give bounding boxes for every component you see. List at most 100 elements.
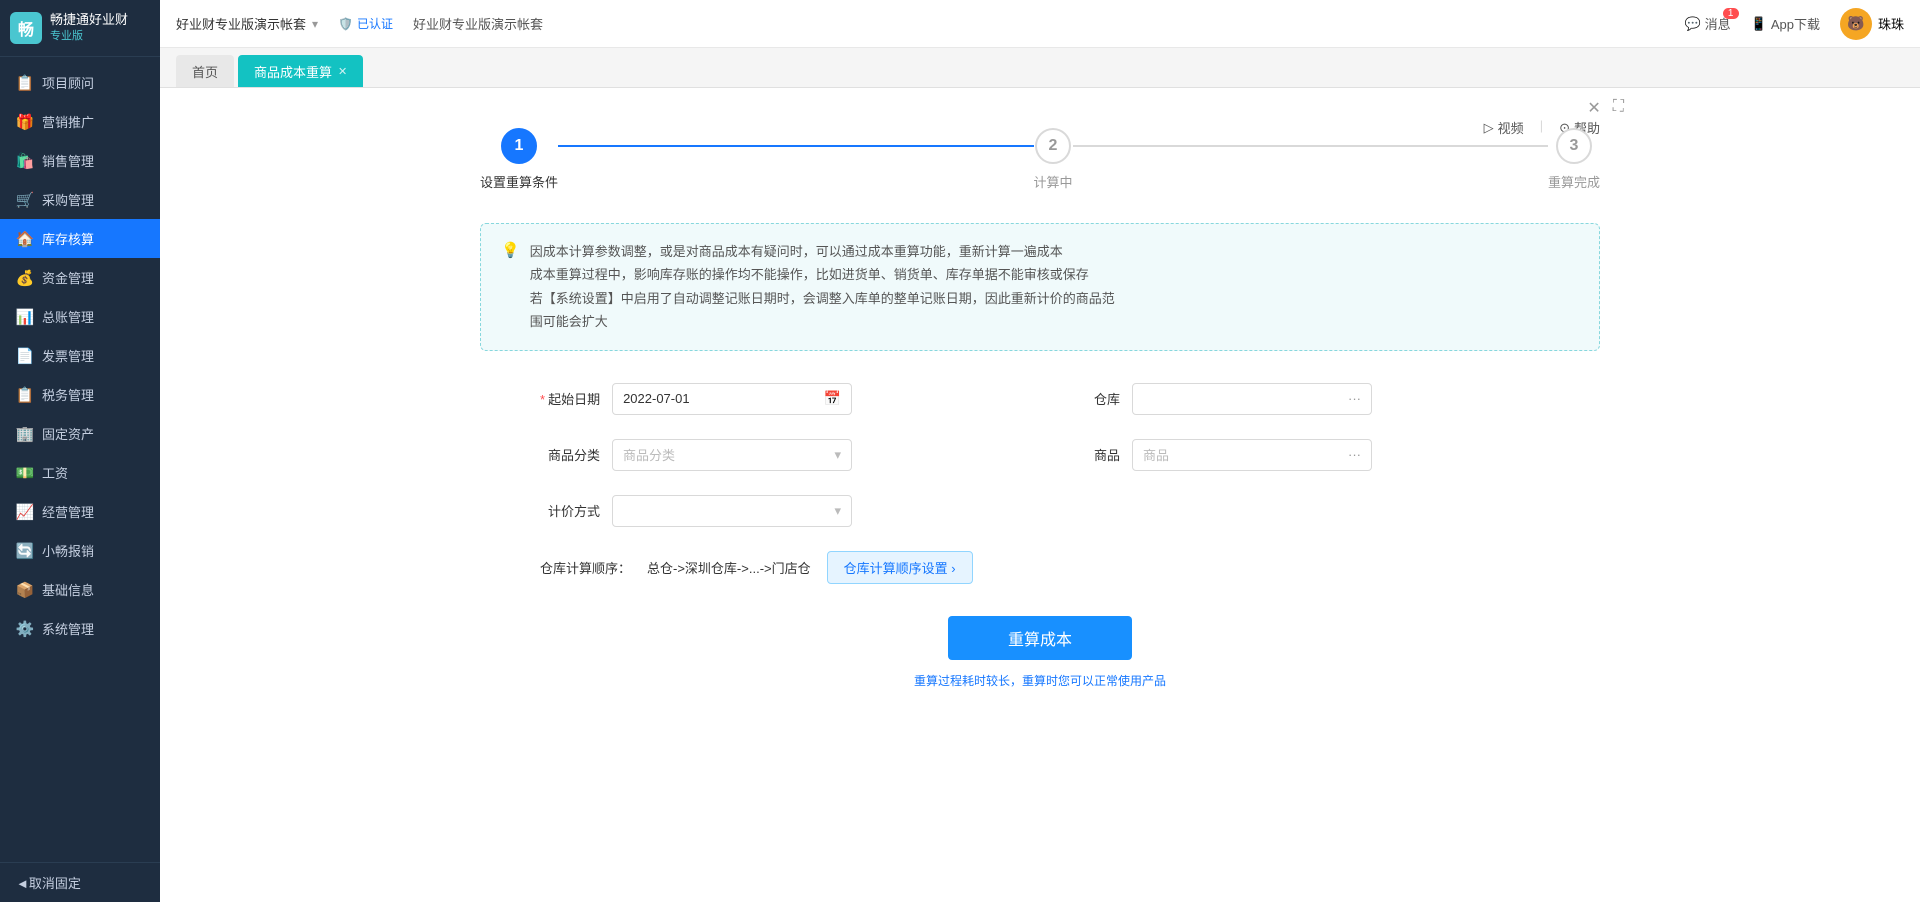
xiangmu-icon: 📋 (16, 74, 34, 92)
goods-dots-icon: ··· (1348, 447, 1361, 462)
sidebar-item-kucun[interactable]: 🏠 库存核算 (0, 219, 160, 258)
step-1: 1设置重算条件 (480, 128, 558, 191)
phone-icon: 📱 (1751, 16, 1767, 32)
step-connector-1 (558, 145, 1033, 147)
message-button[interactable]: 💬 消息 1 (1684, 14, 1730, 33)
pricing-label: 计价方式 (540, 501, 600, 520)
recalculate-button[interactable]: 重算成本 (948, 616, 1132, 660)
step-3: 3 重算完成 (1548, 128, 1600, 191)
sidebar-header: 畅 畅捷通好业财 专业版 (0, 0, 160, 57)
warehouse-group: 仓库 ··· (1060, 383, 1540, 415)
warehouse-label: 仓库 (1060, 389, 1120, 408)
sidebar-item-xiangmu[interactable]: 📋 项目顾问 (0, 63, 160, 102)
start-date-group: *起始日期 2022-07-01 📅 (540, 383, 1020, 415)
jichu-icon: 📦 (16, 581, 34, 599)
warehouse-input[interactable]: ··· (1132, 383, 1372, 415)
goods-label: 商品 (1060, 445, 1120, 464)
tab-recalc[interactable]: 商品成本重算 ✕ (238, 55, 363, 87)
goods-group: 商品 商品 ··· (1060, 439, 1540, 471)
kucun-icon: 🏠 (16, 230, 34, 248)
main-area: 好业财专业版演示帐套 ▾ 🛡️ 已认证 好业财专业版演示帐套 💬 消息 1 📱 … (160, 0, 1920, 902)
sidebar-item-gongzi[interactable]: 💵工资 (0, 453, 160, 492)
pricing-group: 计价方式 ▾ (540, 495, 1020, 527)
submit-area: 重算成本 重算过程耗时较长，重算时您可以正常使用产品 (480, 616, 1600, 689)
sidebar-item-label: 基础信息 (42, 580, 94, 599)
category-select[interactable]: 商品分类 ▾ (612, 439, 852, 471)
account-name-topbar: 好业财专业版演示帐套 (176, 14, 306, 33)
yingxiao-icon: 🎁 (16, 113, 34, 131)
window-controls: ✕ ⛶ (1587, 98, 1624, 118)
submit-hint: 重算过程耗时较长，重算时您可以正常使用产品 (914, 672, 1166, 689)
start-date-input[interactable]: 2022-07-01 📅 (612, 383, 852, 415)
sidebar-item-label: 经营管理 (42, 502, 94, 521)
app-download-label: App下载 (1771, 14, 1820, 33)
sidebar-footer[interactable]: ◄取消固定 (0, 862, 160, 902)
calendar-icon: 📅 (824, 390, 841, 407)
xitong-icon: ⚙️ (16, 620, 34, 638)
sidebar-item-label: 发票管理 (42, 346, 94, 365)
xiaochangbaoxiao-icon: 🔄 (16, 542, 34, 560)
sidebar-item-fapiao[interactable]: 📄 发票管理 (0, 336, 160, 375)
sidebar-item-xiaoshou[interactable]: 🛍️ 销售管理 (0, 141, 160, 180)
tab-label-recalc: 商品成本重算 (254, 62, 332, 81)
verified-badge: 🛡️ 已认证 (338, 15, 393, 32)
app-download-button[interactable]: 📱 App下载 (1751, 14, 1820, 33)
content-inner: ✕ ⛶ ▷ 视频 | ⊙ 帮助 1设置重算条件2计算中3重算完成 💡 (440, 88, 1640, 719)
stepper: 1设置重算条件 2计算中 3 重算完成 (480, 118, 1600, 191)
info-icon: 💡 (501, 241, 520, 259)
sidebar-item-label: 固定资产 (42, 424, 94, 443)
sidebar-item-caigou[interactable]: 🛒采购管理 (0, 180, 160, 219)
app-title: 畅捷通好业财 专业版 (50, 12, 128, 43)
warehouse-order-btn[interactable]: 仓库计算顺序设置 › (827, 551, 973, 584)
sidebar-item-shuiwu[interactable]: 📋税务管理 (0, 375, 160, 414)
step-label-3: 重算完成 (1548, 172, 1600, 191)
goods-input[interactable]: 商品 ··· (1132, 439, 1372, 471)
sidebar-item-label: 项目顾问 (42, 73, 94, 92)
sidebar-item-jichu[interactable]: 📦 基础信息 (0, 570, 160, 609)
sidebar-item-label: 营销推广 (42, 112, 94, 131)
sidebar-item-gudingzichan[interactable]: 🏢 固定资产 (0, 414, 160, 453)
form-row-2: 商品分类 商品分类 ▾ 商品 商品 ··· (540, 439, 1540, 471)
message-icon: 💬 (1684, 16, 1700, 32)
pricing-select[interactable]: ▾ (612, 495, 852, 527)
close-button[interactable]: ✕ (1587, 98, 1600, 118)
tab-close-recalc[interactable]: ✕ (338, 65, 347, 78)
sidebar-item-xitong[interactable]: ⚙️系统管理 (0, 609, 160, 648)
sidebar-item-label: 库存核算 (42, 229, 94, 248)
account-full-name: 好业财专业版演示帐套 (413, 14, 543, 33)
user-menu[interactable]: 🐻 珠珠 (1840, 8, 1904, 40)
chevron-down-icon: ▾ (834, 503, 841, 519)
fapiao-icon: 📄 (16, 347, 34, 365)
chevron-down-icon: ▾ (834, 447, 841, 463)
sidebar-item-xiaochangbaoxiao[interactable]: 🔄 小畅报销 (0, 531, 160, 570)
sidebar-nav: 📋 项目顾问 🎁 营销推广 🛍️ 销售管理 🛒采购管理 🏠 库存核算 💰资金管理 📊 总账管理 📄 发票管… (0, 57, 160, 862)
tab-home[interactable]: 首页 (176, 55, 234, 87)
sidebar-item-label: 销售管理 (42, 151, 94, 170)
sidebar-item-jingying[interactable]: 📈 经营管理 (0, 492, 160, 531)
avatar: 🐻 (1840, 8, 1872, 40)
sidebar-item-zhanghu[interactable]: 📊 总账管理 (0, 297, 160, 336)
topbar: 好业财专业版演示帐套 ▾ 🛡️ 已认证 好业财专业版演示帐套 💬 消息 1 📱 … (160, 0, 1920, 48)
jingying-icon: 📈 (16, 503, 34, 521)
notification-badge: 1 (1723, 8, 1739, 19)
category-label: 商品分类 (540, 445, 600, 464)
step-connector-2 (1073, 145, 1548, 147)
sidebar-item-zijin[interactable]: 💰资金管理 (0, 258, 160, 297)
sidebar-item-label: 总账管理 (42, 307, 94, 326)
sidebar-item-yingxiao[interactable]: 🎁 营销推广 (0, 102, 160, 141)
form-row-1: *起始日期 2022-07-01 📅 仓库 ··· (540, 383, 1540, 415)
sidebar-item-label: 税务管理 (42, 385, 94, 404)
account-selector[interactable]: 好业财专业版演示帐套 ▾ (176, 14, 318, 33)
gudingzichan-icon: 🏢 (16, 425, 34, 443)
start-date-value: 2022-07-01 (623, 391, 816, 406)
zhanghu-icon: 📊 (16, 308, 34, 326)
sidebar-item-label: 小畅报销 (42, 541, 94, 560)
step-circle-3: 3 (1556, 128, 1592, 164)
xiaoshou-icon: 🛍️ (16, 152, 34, 170)
form-row-3: 计价方式 ▾ (540, 495, 1540, 527)
unpin-label: ◄取消固定 (16, 873, 81, 892)
step-2: 2计算中 (1034, 128, 1073, 191)
warehouse-order-row: 仓库计算顺序： 总仓->深圳仓库->...->门店仓 仓库计算顺序设置 › (480, 551, 1600, 584)
expand-button[interactable]: ⛶ (1613, 98, 1624, 118)
step-circle-2: 2 (1035, 128, 1071, 164)
